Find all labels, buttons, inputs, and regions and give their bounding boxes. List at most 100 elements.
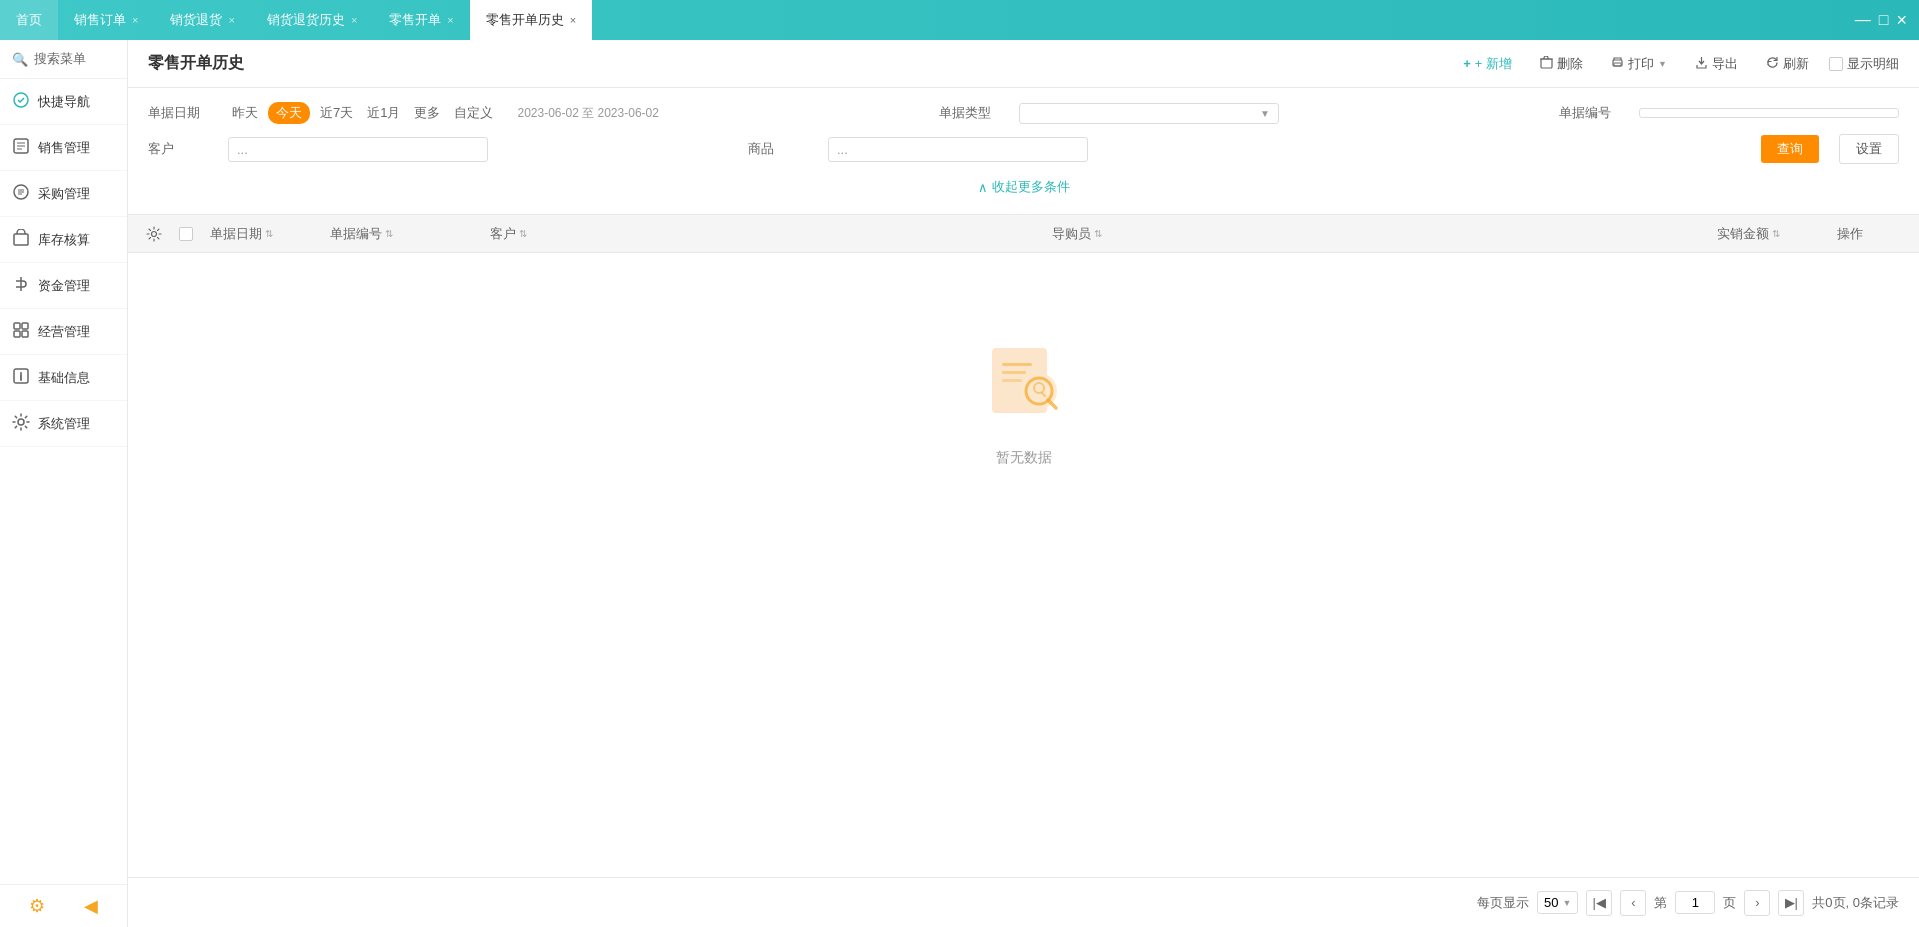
tab-sales-return-close[interactable]: × (228, 14, 234, 26)
restore-button[interactable]: □ (1879, 11, 1889, 29)
th-guide-sort: ⇅ (1094, 228, 1102, 239)
export-button[interactable]: 导出 (1687, 51, 1746, 77)
date-label: 单据日期 (148, 104, 208, 122)
shortcut-today[interactable]: 今天 (268, 102, 310, 124)
sidebar-item-purchase-mgmt[interactable]: 采购管理 (0, 171, 127, 217)
table-header: 单据日期 ⇅ 单据编号 ⇅ 客户 ⇅ 导购员 ⇅ 实销金额 (128, 215, 1919, 253)
svg-rect-4 (14, 323, 20, 329)
tab-sales-return-history-close[interactable]: × (351, 14, 357, 26)
last-page-button[interactable]: ▶| (1778, 890, 1804, 916)
page-size-arrow: ▼ (1562, 898, 1571, 908)
refresh-button[interactable]: 刷新 (1758, 51, 1817, 77)
tab-sales-return[interactable]: 销货退货 × (154, 0, 250, 40)
tab-sales-order[interactable]: 销售订单 × (58, 0, 154, 40)
collapse-label: 收起更多条件 (992, 178, 1070, 196)
print-dropdown-icon: ▼ (1658, 59, 1667, 69)
sidebar-item-basic-info-label: 基础信息 (38, 369, 90, 387)
th-guide-label: 导购员 (1052, 225, 1091, 243)
number-label: 单据编号 (1559, 104, 1619, 122)
top-tab-bar: 首页 销售订单 × 销货退货 × 销货退货历史 × 零售开单 × 零售开单历史 … (0, 0, 1919, 40)
goods-input[interactable]: ... (828, 137, 1088, 162)
settings-button[interactable]: 设置 (1839, 134, 1899, 164)
sidebar-item-quick-nav-label: 快捷导航 (38, 93, 90, 111)
tab-home[interactable]: 首页 (0, 0, 58, 40)
print-icon (1611, 56, 1624, 72)
collapse-more[interactable]: ∧ 收起更多条件 (148, 174, 1899, 200)
th-amount[interactable]: 实销金额 ⇅ (1709, 225, 1829, 243)
query-button[interactable]: 查询 (1761, 135, 1819, 163)
th-number[interactable]: 单据编号 ⇅ (322, 225, 482, 243)
sidebar-settings-icon[interactable]: ⚙ (29, 895, 45, 917)
th-number-sort: ⇅ (385, 228, 393, 239)
select-all-checkbox[interactable] (179, 227, 193, 241)
sidebar-item-operations[interactable]: 经营管理 (0, 309, 127, 355)
tab-sales-return-history[interactable]: 销货退货历史 × (251, 0, 373, 40)
print-button-label: 打印 (1628, 55, 1654, 73)
page-size-select[interactable]: 50 ▼ (1537, 891, 1578, 914)
finance-icon (12, 275, 30, 296)
add-button[interactable]: + + 新增 (1455, 51, 1520, 77)
type-select[interactable]: ▼ (1019, 103, 1279, 124)
customer-input[interactable]: ... (228, 137, 488, 162)
shortcut-more[interactable]: 更多 (410, 102, 444, 124)
tab-retail-open-history-close[interactable]: × (570, 14, 576, 26)
pagination-bar: 每页显示 50 ▼ |◀ ‹ 第 页 › ▶| 共0页, 0条记录 (128, 877, 1919, 927)
page-label: 第 (1654, 894, 1667, 912)
tab-sales-order-close[interactable]: × (132, 14, 138, 26)
display-detail-cb[interactable] (1829, 57, 1843, 71)
sidebar-item-inventory[interactable]: 库存核算 (0, 217, 127, 263)
type-select-arrow: ▼ (1260, 108, 1270, 119)
table-settings-icon[interactable] (138, 226, 170, 242)
sidebar-item-quick-nav[interactable]: 快捷导航 (0, 79, 127, 125)
add-button-label: + 新增 (1475, 55, 1512, 73)
sidebar-item-finance[interactable]: 资金管理 (0, 263, 127, 309)
minimize-button[interactable]: — (1855, 11, 1871, 29)
shortcut-yesterday[interactable]: 昨天 (228, 102, 262, 124)
sidebar-item-sales-mgmt[interactable]: 销售管理 (0, 125, 127, 171)
shortcut-1month[interactable]: 近1月 (363, 102, 404, 124)
search-icon: 🔍 (12, 52, 28, 67)
page-size-label: 每页显示 (1477, 894, 1529, 912)
tab-retail-open-close[interactable]: × (447, 14, 453, 26)
delete-button[interactable]: 删除 (1532, 51, 1591, 77)
sidebar-item-basic-info[interactable]: 基础信息 (0, 355, 127, 401)
number-input[interactable] (1639, 108, 1899, 118)
print-button[interactable]: 打印 ▼ (1603, 51, 1675, 77)
sidebar-bottom: ⚙ ◀ (0, 884, 127, 927)
empty-icon (974, 333, 1074, 433)
svg-rect-3 (14, 234, 28, 245)
tab-retail-open-history[interactable]: 零售开单历史 × (470, 0, 592, 40)
th-date[interactable]: 单据日期 ⇅ (202, 225, 322, 243)
svg-rect-10 (1541, 59, 1552, 68)
next-page-button[interactable]: › (1744, 890, 1770, 916)
th-customer-label: 客户 (490, 225, 516, 243)
sidebar-item-sys-mgmt[interactable]: 系统管理 (0, 401, 127, 447)
shortcut-7days[interactable]: 近7天 (316, 102, 357, 124)
first-page-button[interactable]: |◀ (1586, 890, 1612, 916)
shortcut-custom[interactable]: 自定义 (450, 102, 497, 124)
window-controls: — □ × (1855, 0, 1919, 40)
sys-mgmt-icon (12, 413, 30, 434)
th-op-label: 操作 (1837, 225, 1863, 243)
th-op: 操作 (1829, 225, 1909, 243)
date-shortcuts: 昨天 今天 近7天 近1月 更多 自定义 (228, 102, 497, 124)
tab-sales-return-label: 销货退货 (170, 11, 222, 29)
date-range-text: 2023-06-02 至 2023-06-02 (517, 105, 658, 122)
prev-page-icon: ‹ (1631, 895, 1635, 910)
sidebar-search-label: 搜索菜单 (34, 50, 86, 68)
header-checkbox[interactable] (170, 227, 202, 241)
prev-page-button[interactable]: ‹ (1620, 890, 1646, 916)
sidebar-search[interactable]: 🔍 搜索菜单 (0, 40, 127, 79)
sidebar-toggle-icon[interactable]: ◀ (84, 895, 98, 917)
page-unit: 页 (1723, 894, 1736, 912)
display-detail-checkbox[interactable]: 显示明细 (1829, 55, 1899, 73)
th-guide[interactable]: 导购员 ⇅ (1044, 225, 1164, 243)
tab-retail-open[interactable]: 零售开单 × (373, 0, 469, 40)
th-date-label: 单据日期 (210, 225, 262, 243)
th-customer[interactable]: 客户 ⇅ (482, 225, 1044, 243)
page-number-input[interactable] (1675, 891, 1715, 914)
last-page-icon: ▶| (1785, 895, 1798, 910)
close-button[interactable]: × (1896, 10, 1907, 31)
next-page-icon: › (1755, 895, 1759, 910)
svg-rect-16 (1002, 363, 1032, 366)
